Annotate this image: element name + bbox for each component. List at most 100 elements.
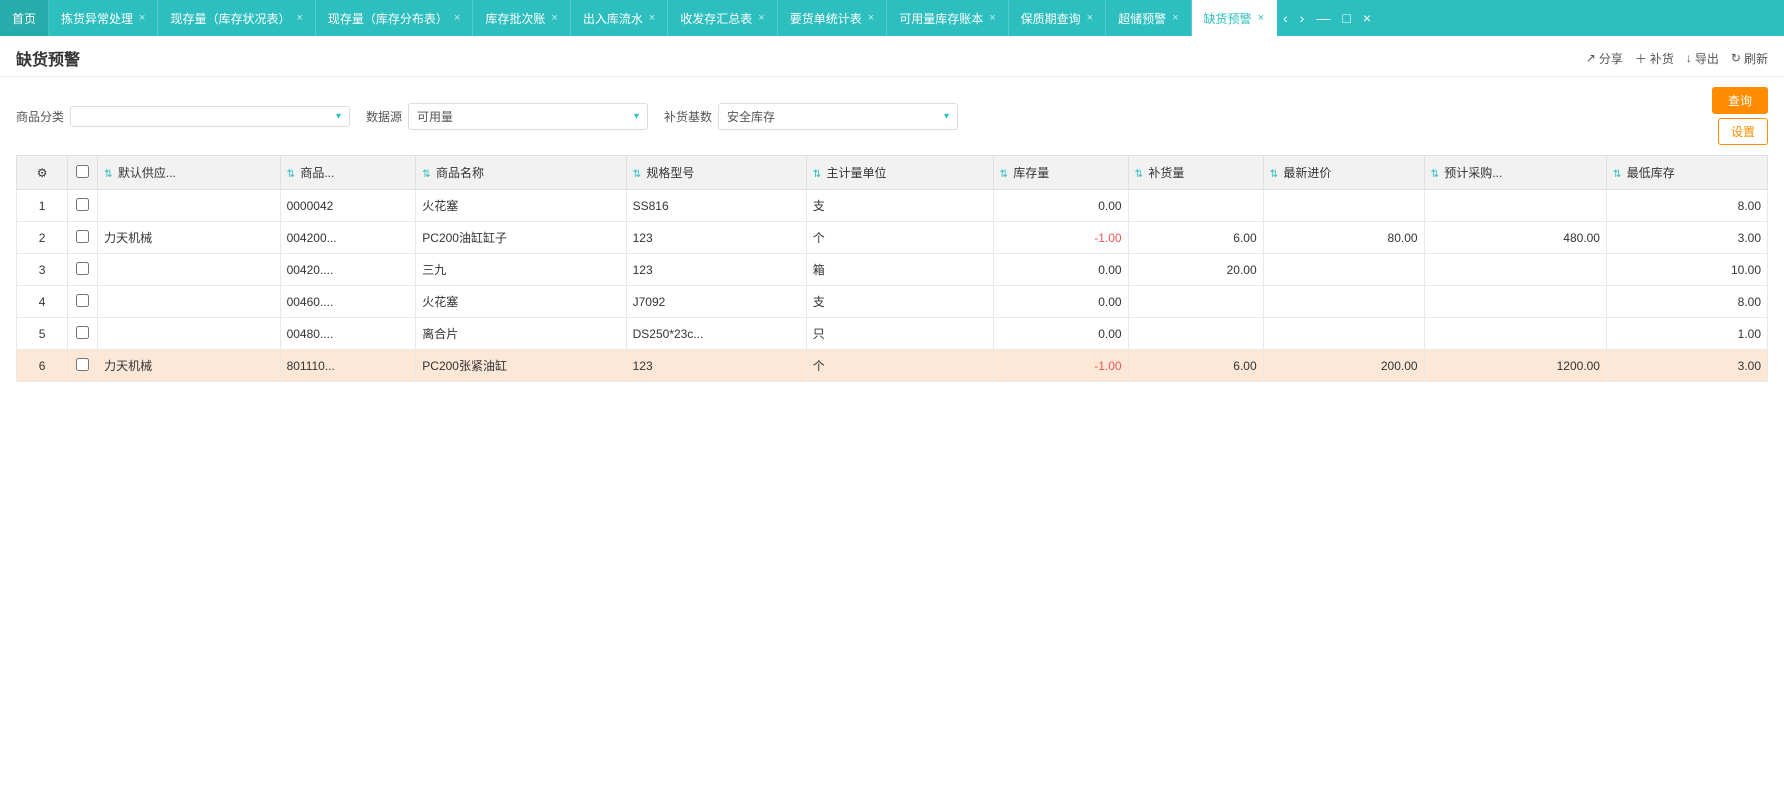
row-checkbox-cell xyxy=(68,222,98,254)
tab-requisition[interactable]: 要货单统计表 × xyxy=(778,0,887,36)
close-tab-stock-status[interactable]: × xyxy=(296,12,302,24)
row-replenish: 6.00 xyxy=(1128,350,1263,382)
tab-prev-btn[interactable]: ‹ xyxy=(1277,0,1294,36)
row-est-purchase: 1200.00 xyxy=(1424,350,1606,382)
row-est-purchase xyxy=(1424,254,1606,286)
sort-icon-unit: ⇅ xyxy=(813,169,821,180)
row-product-name: PC200油缸缸子 xyxy=(416,222,626,254)
row-min-stock: 10.00 xyxy=(1606,254,1767,286)
tab-next-btn[interactable]: › xyxy=(1294,0,1311,36)
tab-minimize-btn[interactable]: — xyxy=(1310,0,1336,36)
tab-maximize-btn[interactable]: □ xyxy=(1336,0,1356,36)
settings-button[interactable]: 设置 xyxy=(1718,118,1768,145)
table-row: 5 00480.... 离合片 DS250*23c... 只 0.00 1.00 xyxy=(17,318,1768,350)
row-replenish xyxy=(1128,318,1263,350)
close-tab-batch[interactable]: × xyxy=(551,12,557,24)
row-stock: 0.00 xyxy=(993,190,1128,222)
tab-home[interactable]: 首页 xyxy=(0,0,49,36)
row-latest-price: 80.00 xyxy=(1263,222,1424,254)
row-product-code: 004200... xyxy=(280,222,416,254)
row-latest-price xyxy=(1263,254,1424,286)
row-product-code: 00480.... xyxy=(280,318,416,350)
row-latest-price: 200.00 xyxy=(1263,350,1424,382)
col-supplier[interactable]: ⇅ 默认供应... xyxy=(98,156,280,190)
row-latest-price xyxy=(1263,286,1424,318)
sort-icon-code: ⇅ xyxy=(287,169,295,180)
tab-flow[interactable]: 出入库流水 × xyxy=(571,0,668,36)
category-label: 商品分类 xyxy=(16,108,64,125)
refresh-button[interactable]: ↻ 刷新 xyxy=(1731,50,1768,67)
col-checkbox xyxy=(68,156,98,190)
col-product-name[interactable]: ⇅ 商品名称 xyxy=(416,156,626,190)
category-select[interactable]: ▾ xyxy=(70,106,350,127)
row-checkbox-cell xyxy=(68,286,98,318)
replenish-base-label: 补货基数 xyxy=(664,108,712,125)
close-tab-overstock[interactable]: × xyxy=(1172,12,1178,24)
row-spec: SS816 xyxy=(626,190,806,222)
tab-shortage[interactable]: 缺货预警 × xyxy=(1192,0,1277,36)
tab-close-btn[interactable]: × xyxy=(1357,0,1377,36)
row-checkbox[interactable] xyxy=(76,326,89,339)
shortage-table: ⚙ ⇅ 默认供应... ⇅ 商品... ⇅ 商品名称 xyxy=(16,155,1768,382)
tab-abnormal[interactable]: 拣货异常处理 × xyxy=(49,0,158,36)
col-product-code[interactable]: ⇅ 商品... xyxy=(280,156,416,190)
tab-stock-dist[interactable]: 现存量（库存分布表） × xyxy=(316,0,473,36)
gear-icon: ⚙ xyxy=(37,166,48,180)
row-stock: 0.00 xyxy=(993,318,1128,350)
filter-bar: 商品分类 ▾ 数据源 可用量 ▾ 补货基数 安全库存 ▾ 查询 设置 xyxy=(0,77,1784,155)
tab-overstock[interactable]: 超储预警 × xyxy=(1106,0,1191,36)
datasource-select[interactable]: 可用量 ▾ xyxy=(408,103,648,130)
row-supplier: 力天机械 xyxy=(98,222,280,254)
col-unit[interactable]: ⇅ 主计量单位 xyxy=(806,156,993,190)
tab-stock-status[interactable]: 现存量（库存状况表） × xyxy=(158,0,315,36)
tab-batch[interactable]: 库存批次账 × xyxy=(473,0,570,36)
col-replenish[interactable]: ⇅ 补货量 xyxy=(1128,156,1263,190)
col-latest-price[interactable]: ⇅ 最新进价 xyxy=(1263,156,1424,190)
row-checkbox[interactable] xyxy=(76,230,89,243)
tab-expiry[interactable]: 保质期查询 × xyxy=(1009,0,1106,36)
row-spec: 123 xyxy=(626,350,806,382)
col-est-purchase[interactable]: ⇅ 预计采购... xyxy=(1424,156,1606,190)
row-no: 1 xyxy=(17,190,68,222)
row-checkbox[interactable] xyxy=(76,198,89,211)
close-tab-flow[interactable]: × xyxy=(649,12,655,24)
replenish-button[interactable]: ＋ 补货 xyxy=(1635,50,1674,67)
col-stock[interactable]: ⇅ 库存量 xyxy=(993,156,1128,190)
close-tab-requisition[interactable]: × xyxy=(868,12,874,24)
col-spec[interactable]: ⇅ 规格型号 xyxy=(626,156,806,190)
row-no: 6 xyxy=(17,350,68,382)
row-checkbox[interactable] xyxy=(76,358,89,371)
close-tab-shortage[interactable]: × xyxy=(1258,12,1264,24)
tab-summary[interactable]: 收发存汇总表 × xyxy=(668,0,777,36)
share-button[interactable]: ↗ 分享 xyxy=(1586,50,1623,67)
row-est-purchase xyxy=(1424,318,1606,350)
export-button[interactable]: ↓ 导出 xyxy=(1686,50,1719,67)
close-tab-available[interactable]: × xyxy=(989,12,995,24)
close-tab-abnormal[interactable]: × xyxy=(139,12,145,24)
select-all-checkbox[interactable] xyxy=(76,165,89,178)
row-stock: -1.00 xyxy=(993,350,1128,382)
row-checkbox[interactable] xyxy=(76,294,89,307)
col-min-stock[interactable]: ⇅ 最低库存 xyxy=(1606,156,1767,190)
datasource-filter-group: 数据源 可用量 ▾ xyxy=(366,103,648,130)
row-supplier: 力天机械 xyxy=(98,350,280,382)
close-tab-stock-dist[interactable]: × xyxy=(454,12,460,24)
col-gear[interactable]: ⚙ xyxy=(17,156,68,190)
page-header: 缺货预警 ↗ 分享 ＋ 补货 ↓ 导出 ↻ 刷新 xyxy=(0,36,1784,77)
row-est-purchase xyxy=(1424,190,1606,222)
query-button[interactable]: 查询 xyxy=(1712,87,1768,114)
tab-available[interactable]: 可用量库存账本 × xyxy=(887,0,1008,36)
replenish-base-select[interactable]: 安全库存 ▾ xyxy=(718,103,958,130)
close-tab-expiry[interactable]: × xyxy=(1087,12,1093,24)
row-product-code: 00420.... xyxy=(280,254,416,286)
row-unit: 个 xyxy=(806,350,993,382)
sort-icon-supplier: ⇅ xyxy=(104,169,112,180)
row-checkbox-cell xyxy=(68,350,98,382)
row-checkbox[interactable] xyxy=(76,262,89,275)
category-filter-group: 商品分类 ▾ xyxy=(16,106,350,127)
row-product-name: 三九 xyxy=(416,254,626,286)
datasource-label: 数据源 xyxy=(366,108,402,125)
close-tab-summary[interactable]: × xyxy=(758,12,764,24)
row-replenish xyxy=(1128,190,1263,222)
table-row: 2 力天机械 004200... PC200油缸缸子 123 个 -1.00 6… xyxy=(17,222,1768,254)
